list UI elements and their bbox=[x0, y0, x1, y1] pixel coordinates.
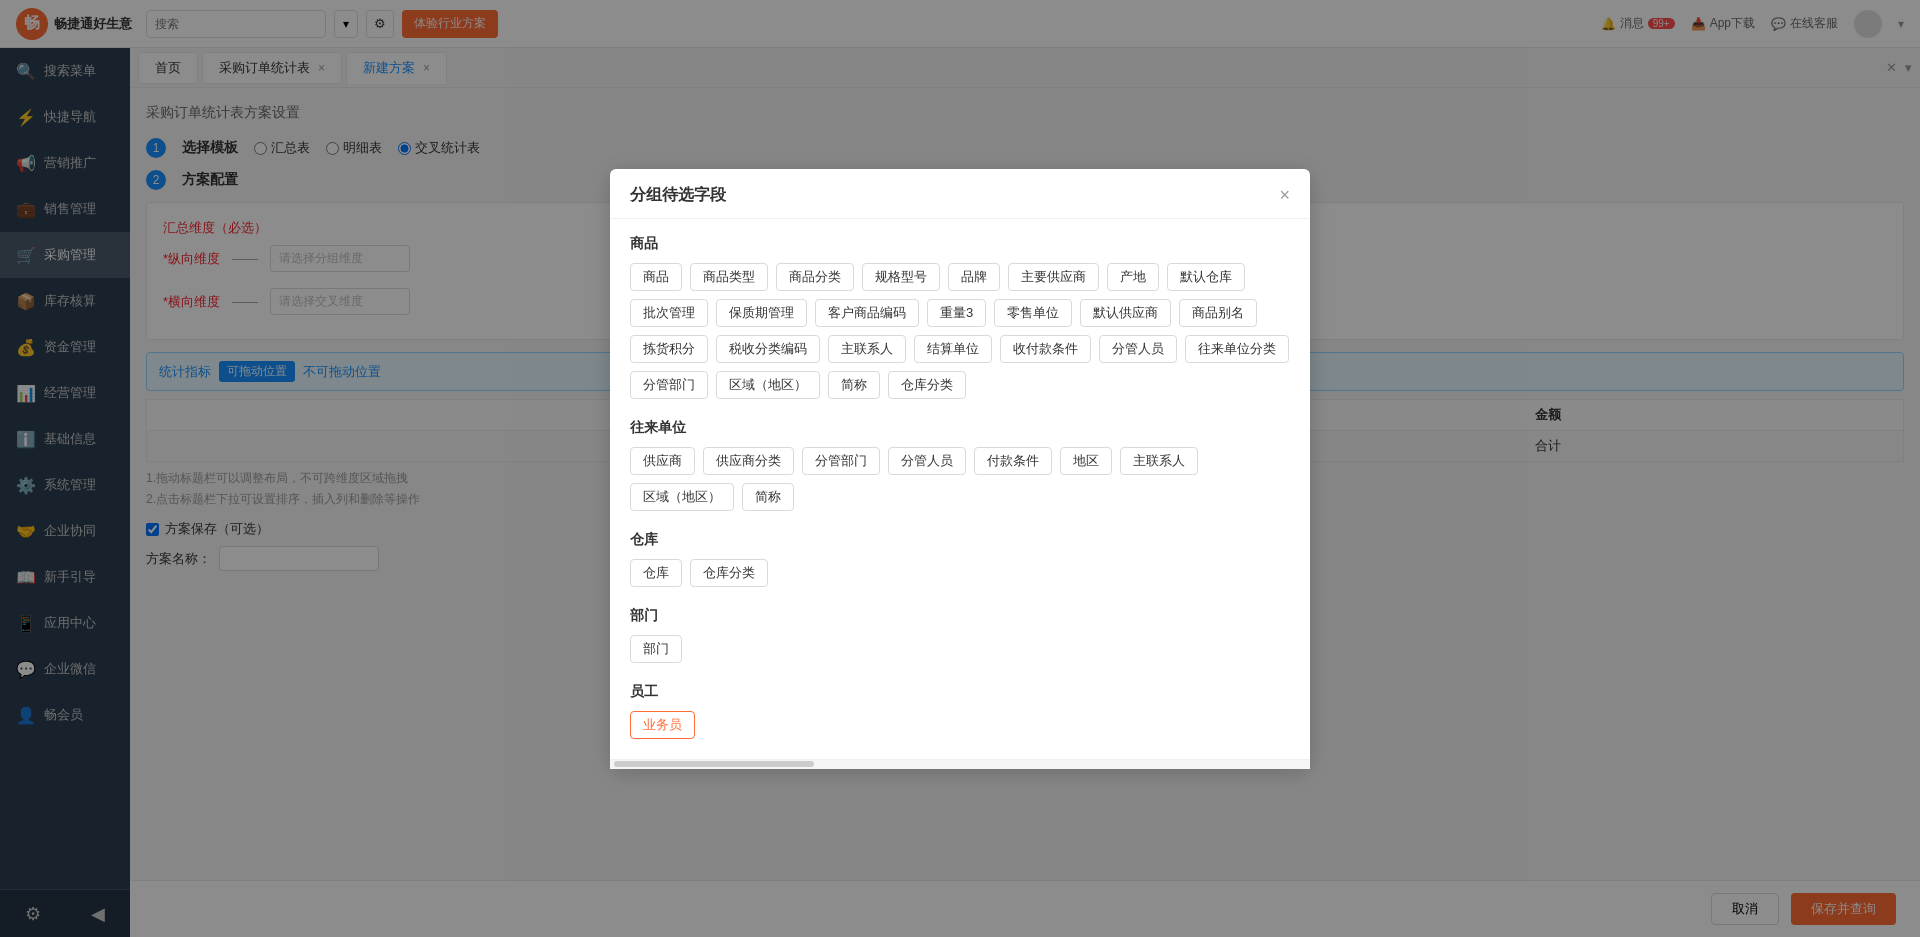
field-section-title-partner: 往来单位 bbox=[630, 419, 1290, 437]
field-tag-主要供应商[interactable]: 主要供应商 bbox=[1008, 263, 1099, 291]
field-tag-分管人员[interactable]: 分管人员 bbox=[1099, 335, 1177, 363]
field-section-title-department: 部门 bbox=[630, 607, 1290, 625]
field-tag-区域（地区）[interactable]: 区域（地区） bbox=[716, 371, 820, 399]
modal-horizontal-scrollbar[interactable] bbox=[610, 759, 1310, 769]
field-section-employee: 员工业务员 bbox=[630, 683, 1290, 739]
field-section-warehouse: 仓库仓库仓库分类 bbox=[630, 531, 1290, 587]
field-section-partner: 往来单位供应商供应商分类分管部门分管人员付款条件地区主联系人区域（地区） 简称 bbox=[630, 419, 1290, 511]
field-tag-商品[interactable]: 商品 bbox=[630, 263, 682, 291]
field-tags-employee: 业务员 bbox=[630, 711, 1290, 739]
field-tag-批次管理[interactable]: 批次管理 bbox=[630, 299, 708, 327]
modal-header: 分组待选字段 × bbox=[610, 169, 1310, 219]
field-tags-warehouse: 仓库仓库分类 bbox=[630, 559, 1290, 587]
field-section-title-goods: 商品 bbox=[630, 235, 1290, 253]
field-tag-分管部门[interactable]: 分管部门 bbox=[802, 447, 880, 475]
field-tag-仓库分类[interactable]: 仓库分类 bbox=[888, 371, 966, 399]
field-tag-税收分类编码[interactable]: 税收分类编码 bbox=[716, 335, 820, 363]
field-section-title-warehouse: 仓库 bbox=[630, 531, 1290, 549]
field-tag-默认仓库[interactable]: 默认仓库 bbox=[1167, 263, 1245, 291]
field-tag-默认供应商[interactable]: 默认供应商 bbox=[1080, 299, 1171, 327]
field-tag-商品分类[interactable]: 商品分类 bbox=[776, 263, 854, 291]
modal-close-button[interactable]: × bbox=[1279, 185, 1290, 206]
field-tags-partner: 供应商供应商分类分管部门分管人员付款条件地区主联系人区域（地区） 简称 bbox=[630, 447, 1290, 511]
field-tag-供应商分类[interactable]: 供应商分类 bbox=[703, 447, 794, 475]
field-tag-简称[interactable]: 简称 bbox=[828, 371, 880, 399]
field-tag-部门[interactable]: 部门 bbox=[630, 635, 682, 663]
hscroll-thumb bbox=[614, 761, 814, 767]
field-tag-拣货积分[interactable]: 拣货积分 bbox=[630, 335, 708, 363]
field-section-goods: 商品商品商品类型商品分类规格型号品牌主要供应商产地默认仓库批次管理保质期管理客户… bbox=[630, 235, 1290, 399]
field-tag-收付款条件[interactable]: 收付款条件 bbox=[1000, 335, 1091, 363]
field-tag-往来单位分类[interactable]: 往来单位分类 bbox=[1185, 335, 1289, 363]
field-tag-规格型号[interactable]: 规格型号 bbox=[862, 263, 940, 291]
field-tag-品牌[interactable]: 品牌 bbox=[948, 263, 1000, 291]
modal: 分组待选字段 × 商品商品商品类型商品分类规格型号品牌主要供应商产地默认仓库批次… bbox=[610, 169, 1310, 769]
field-tag-分管人员[interactable]: 分管人员 bbox=[888, 447, 966, 475]
field-tag-结算单位[interactable]: 结算单位 bbox=[914, 335, 992, 363]
field-tag-仓库[interactable]: 仓库 bbox=[630, 559, 682, 587]
field-tag-主联系人[interactable]: 主联系人 bbox=[828, 335, 906, 363]
field-tag-客户商品编码[interactable]: 客户商品编码 bbox=[815, 299, 919, 327]
field-tag-付款条件[interactable]: 付款条件 bbox=[974, 447, 1052, 475]
field-tag-产地[interactable]: 产地 bbox=[1107, 263, 1159, 291]
field-section-title-employee: 员工 bbox=[630, 683, 1290, 701]
field-tags-goods: 商品商品类型商品分类规格型号品牌主要供应商产地默认仓库批次管理保质期管理客户商品… bbox=[630, 263, 1290, 399]
modal-overlay[interactable]: 分组待选字段 × 商品商品商品类型商品分类规格型号品牌主要供应商产地默认仓库批次… bbox=[0, 0, 1920, 937]
field-tag-零售单位[interactable]: 零售单位 bbox=[994, 299, 1072, 327]
field-tag-主联系人[interactable]: 主联系人 bbox=[1120, 447, 1198, 475]
field-section-department: 部门部门 bbox=[630, 607, 1290, 663]
field-tag-仓库分类[interactable]: 仓库分类 bbox=[690, 559, 768, 587]
field-tag-重量3[interactable]: 重量3 bbox=[927, 299, 986, 327]
modal-title: 分组待选字段 bbox=[630, 185, 726, 206]
field-tag-简称[interactable]: 简称 bbox=[742, 483, 794, 511]
field-tag-商品类型[interactable]: 商品类型 bbox=[690, 263, 768, 291]
field-tags-department: 部门 bbox=[630, 635, 1290, 663]
field-tag-地区[interactable]: 地区 bbox=[1060, 447, 1112, 475]
field-tag-商品别名[interactable]: 商品别名 bbox=[1179, 299, 1257, 327]
field-tag-分管部门[interactable]: 分管部门 bbox=[630, 371, 708, 399]
field-tag-区域（地区）[interactable]: 区域（地区） bbox=[630, 483, 734, 511]
modal-body: 商品商品商品类型商品分类规格型号品牌主要供应商产地默认仓库批次管理保质期管理客户… bbox=[610, 219, 1310, 759]
field-tag-业务员[interactable]: 业务员 bbox=[630, 711, 695, 739]
field-tag-保质期管理[interactable]: 保质期管理 bbox=[716, 299, 807, 327]
field-tag-供应商[interactable]: 供应商 bbox=[630, 447, 695, 475]
